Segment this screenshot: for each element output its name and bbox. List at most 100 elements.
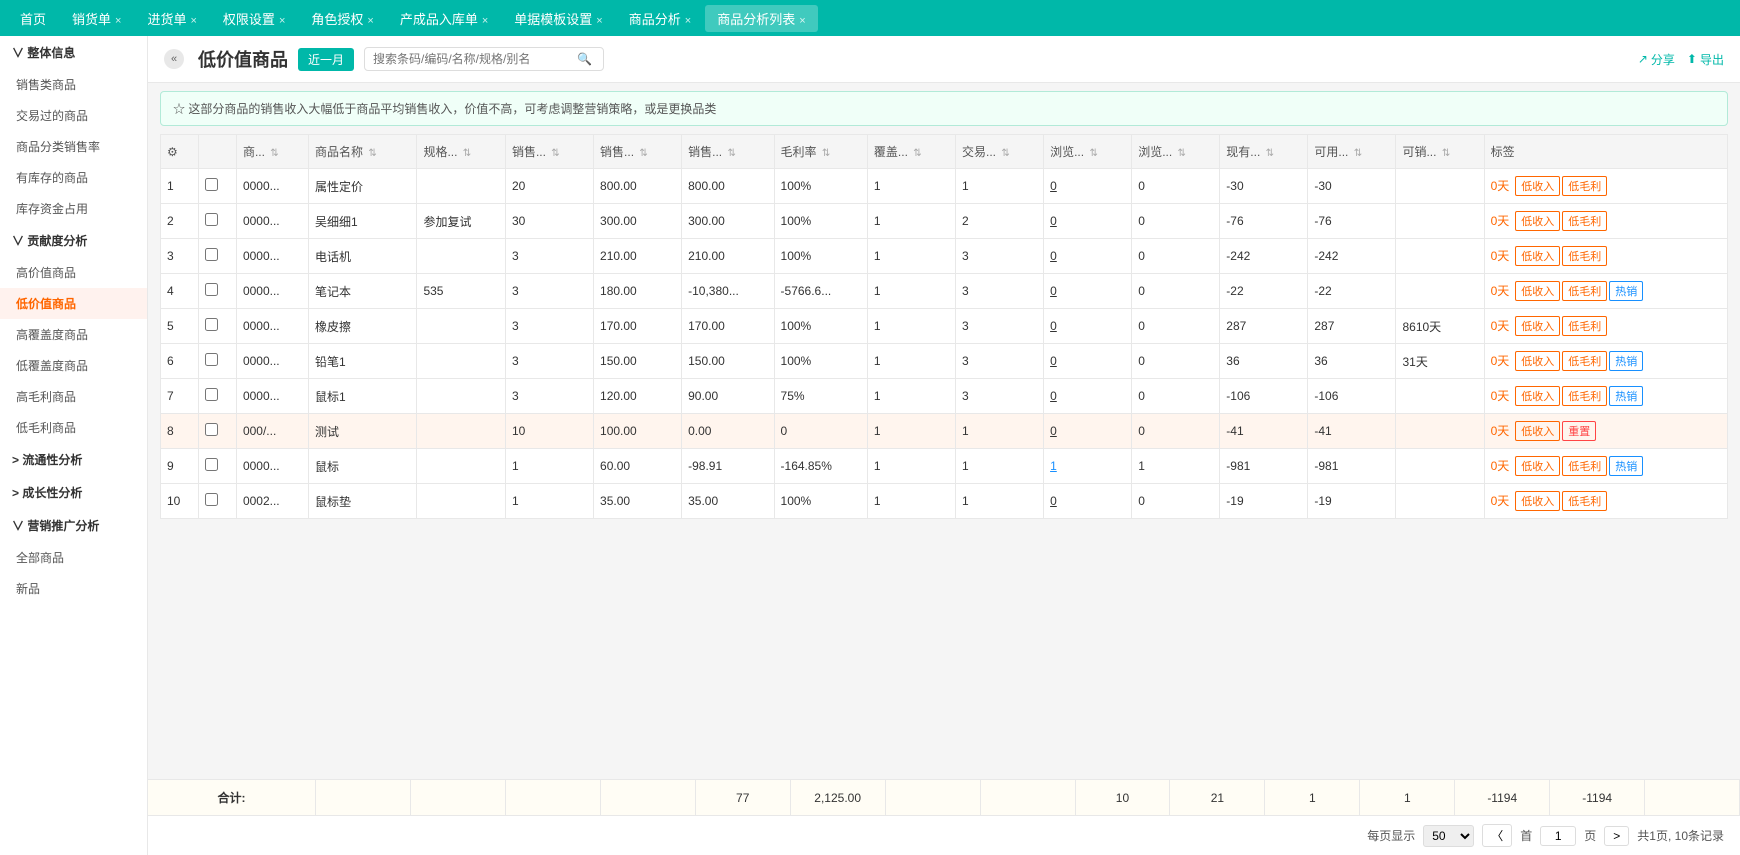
share-btn[interactable]: ↗ 分享: [1638, 51, 1675, 68]
row-checkbox[interactable]: [205, 388, 218, 401]
saleable-days: 0天: [1491, 424, 1510, 438]
nav-close-icon[interactable]: ×: [482, 15, 488, 27]
sidebar-item-交易过的商品[interactable]: 交易过的商品: [0, 100, 147, 131]
page-number-input[interactable]: [1540, 826, 1576, 846]
cell-2-15: [1396, 239, 1484, 274]
col-header-4[interactable]: 规格... ⇅: [417, 135, 506, 169]
sidebar-item-有库存的商品[interactable]: 有库存的商品: [0, 162, 147, 193]
col-header-11[interactable]: 浏览... ⇅: [1044, 135, 1132, 169]
col-header-10[interactable]: 交易... ⇅: [956, 135, 1044, 169]
nav-item-首页[interactable]: 首页: [8, 5, 58, 32]
nav-item-进货单[interactable]: 进货单×: [135, 5, 208, 32]
col-header-6[interactable]: 销售... ⇅: [594, 135, 682, 169]
col-header-5[interactable]: 销售... ⇅: [505, 135, 593, 169]
total-available: -1194: [1550, 780, 1645, 815]
row-checkbox[interactable]: [205, 318, 218, 331]
cell-6-13: -106: [1220, 379, 1308, 414]
nav-item-商品分析[interactable]: 商品分析×: [617, 5, 703, 32]
sort-icon: ⇅: [1178, 148, 1186, 159]
col-header-7[interactable]: 销售... ⇅: [682, 135, 774, 169]
col-header-14[interactable]: 可用... ⇅: [1308, 135, 1396, 169]
col-header-3[interactable]: 商品名称 ⇅: [309, 135, 417, 169]
sidebar-collapse-btn[interactable]: «: [164, 49, 184, 69]
sidebar-group-∨ 贡献度分析[interactable]: ∨ 贡献度分析: [0, 224, 147, 257]
first-page-btn[interactable]: 〈: [1482, 824, 1512, 847]
sidebar-group-> 成长性分析[interactable]: > 成长性分析: [0, 476, 147, 509]
sidebar-item-新品[interactable]: 新品: [0, 573, 147, 604]
nav-close-icon[interactable]: ×: [190, 15, 196, 27]
col-header-9[interactable]: 覆盖... ⇅: [867, 135, 955, 169]
cell-0-1[interactable]: [199, 169, 237, 204]
nav-item-单据模板设置[interactable]: 单据模板设置×: [502, 5, 614, 32]
sidebar-item-商品分类销售率[interactable]: 商品分类销售率: [0, 131, 147, 162]
sidebar-group-∨ 整体信息[interactable]: ∨ 整体信息: [0, 36, 147, 69]
nav-close-icon[interactable]: ×: [367, 15, 373, 27]
cell-6-7: 90.00: [682, 379, 774, 414]
nav-item-销货单[interactable]: 销货单×: [60, 5, 133, 32]
sidebar-item-低覆盖度商品[interactable]: 低覆盖度商品: [0, 350, 147, 381]
sidebar-item-销售类商品[interactable]: 销售类商品: [0, 69, 147, 100]
saleable-days: 0天: [1491, 389, 1510, 403]
row-checkbox[interactable]: [205, 213, 218, 226]
cell-7-1[interactable]: [199, 414, 237, 449]
row-checkbox[interactable]: [205, 248, 218, 261]
search-icon[interactable]: 🔍: [577, 52, 592, 66]
next-page-btn[interactable]: >: [1604, 826, 1629, 846]
row-checkbox[interactable]: [205, 493, 218, 506]
col-header-8[interactable]: 毛利率 ⇅: [774, 135, 867, 169]
nav-close-icon[interactable]: ×: [279, 15, 285, 27]
row-checkbox[interactable]: [205, 458, 218, 471]
sidebar-item-低价值商品[interactable]: 低价值商品: [0, 288, 147, 319]
table-row: 8000/...测试10100.000.0001100-41-410天低收入重置: [161, 414, 1728, 449]
sort-icon: ⇅: [368, 148, 376, 159]
nav-close-icon[interactable]: ×: [685, 15, 691, 27]
cell-4-1[interactable]: [199, 309, 237, 344]
table-container[interactable]: ⚙商... ⇅商品名称 ⇅规格... ⇅销售... ⇅销售... ⇅销售... …: [148, 134, 1740, 779]
sidebar-item-高毛利商品[interactable]: 高毛利商品: [0, 381, 147, 412]
cell-5-5: 3: [505, 344, 593, 379]
cell-2-0: 3: [161, 239, 199, 274]
cell-2-1[interactable]: [199, 239, 237, 274]
browse-link[interactable]: 1: [1050, 459, 1057, 473]
nav-item-产成品入库单[interactable]: 产成品入库单×: [388, 5, 500, 32]
sidebar-item-库存资金占用[interactable]: 库存资金占用: [0, 193, 147, 224]
cell-8-11[interactable]: 1: [1044, 449, 1132, 484]
sidebar-item-高价值商品[interactable]: 高价值商品: [0, 257, 147, 288]
cell-1-9: 1: [867, 204, 955, 239]
total-bar: 合计: 77 2,125.00 10 21 1 1 -1194 -1194: [148, 779, 1740, 815]
cell-6-1[interactable]: [199, 379, 237, 414]
sidebar-item-低毛利商品[interactable]: 低毛利商品: [0, 412, 147, 443]
filter-month-btn[interactable]: 近一月: [298, 48, 354, 71]
cell-3-1[interactable]: [199, 274, 237, 309]
row-checkbox[interactable]: [205, 353, 218, 366]
nav-close-icon[interactable]: ×: [115, 15, 121, 27]
col-header-15[interactable]: 可销... ⇅: [1396, 135, 1484, 169]
cell-9-1[interactable]: [199, 484, 237, 519]
cell-8-1[interactable]: [199, 449, 237, 484]
per-page-select[interactable]: 50 100 200: [1423, 825, 1474, 847]
nav-item-权限设置[interactable]: 权限设置×: [211, 5, 297, 32]
nav-item-商品分析列表[interactable]: 商品分析列表×: [705, 5, 817, 32]
row-checkbox[interactable]: [205, 283, 218, 296]
cell-8-13: -981: [1220, 449, 1308, 484]
sidebar-item-全部商品[interactable]: 全部商品: [0, 542, 147, 573]
nav-close-icon[interactable]: ×: [799, 15, 805, 27]
total-empty2: [411, 780, 506, 815]
col-header-13[interactable]: 现有... ⇅: [1220, 135, 1308, 169]
export-btn[interactable]: ⬆ 导出: [1687, 51, 1724, 68]
cell-7-8: 0: [774, 414, 867, 449]
cell-5-1[interactable]: [199, 344, 237, 379]
sidebar-group-> 流通性分析[interactable]: > 流通性分析: [0, 443, 147, 476]
nav-close-icon[interactable]: ×: [596, 15, 602, 27]
search-input[interactable]: [373, 52, 573, 66]
nav-item-角色授权[interactable]: 角色授权×: [299, 5, 385, 32]
col-header-2[interactable]: 商... ⇅: [236, 135, 308, 169]
row-checkbox[interactable]: [205, 423, 218, 436]
cell-1-1[interactable]: [199, 204, 237, 239]
sidebar-group-∨ 营销推广分析[interactable]: ∨ 营销推广分析: [0, 509, 147, 542]
sidebar-item-高覆盖度商品[interactable]: 高覆盖度商品: [0, 319, 147, 350]
row-checkbox[interactable]: [205, 178, 218, 191]
total-cells: 77 2,125.00 10 21 1 1 -1194 -1194: [316, 780, 1740, 815]
total-label: 合计:: [148, 780, 316, 815]
col-header-12[interactable]: 浏览... ⇅: [1132, 135, 1220, 169]
